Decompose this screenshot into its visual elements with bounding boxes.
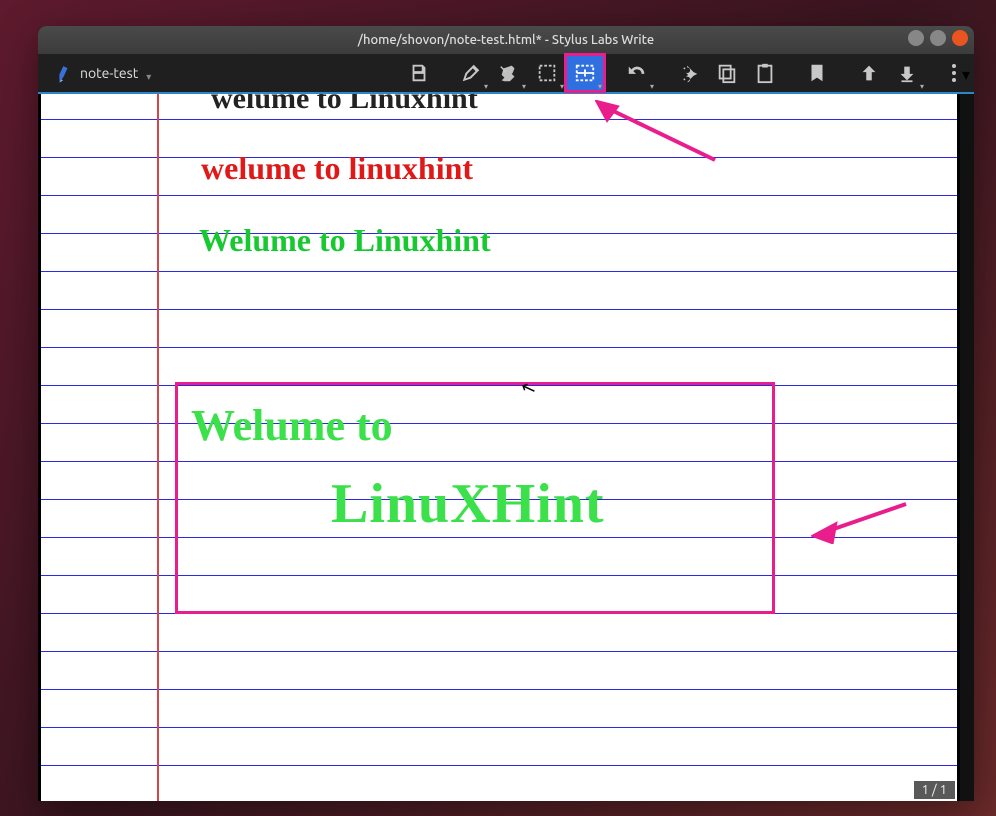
canvas-area: welume to Linuxhint welume to linuxhint … — [38, 94, 974, 801]
chevron-down-icon: ▾ — [650, 82, 654, 91]
chevron-down-icon: ▾ — [484, 82, 488, 91]
eraser-tool-button[interactable]: ▾ — [490, 55, 528, 91]
copy-button[interactable] — [708, 55, 746, 91]
overflow-menu-button[interactable]: ▾ — [940, 64, 968, 82]
handwriting-line-2: welume to linuxhint — [201, 150, 473, 187]
chevron-down-icon: ▾ — [920, 82, 924, 91]
chevron-down-icon: ▾ — [522, 82, 526, 91]
window-controls — [908, 30, 968, 46]
page-indicator: 1 / 1 — [914, 781, 955, 799]
bookmark-icon — [806, 62, 828, 84]
handwriting-line-3: Welume to Linuxhint — [199, 222, 491, 259]
save-icon — [408, 62, 430, 84]
chevron-down-icon: ▾ — [962, 65, 970, 84]
arrow-up-icon — [858, 62, 880, 84]
margin-line — [157, 94, 159, 801]
annotation-arrow-2 — [811, 494, 911, 544]
toolbar: note-test ▾ ▾ ▾ ▾ ▾ — [38, 54, 974, 94]
cut-button[interactable] — [670, 55, 708, 91]
annotation-arrow-1 — [595, 100, 725, 170]
pen-tool-button[interactable]: ▾ — [452, 55, 490, 91]
handwriting-line-1: welume to Linuxhint — [211, 94, 478, 116]
document-tab-label: note-test — [80, 65, 138, 81]
prev-page-button[interactable] — [850, 55, 888, 91]
chevron-down-icon: ▾ — [560, 82, 564, 91]
paste-icon — [754, 62, 776, 84]
close-button[interactable] — [952, 30, 968, 46]
document-tab[interactable]: note-test ▾ — [44, 59, 161, 87]
ruled-select-icon — [574, 62, 596, 84]
rect-select-button[interactable]: ▾ — [528, 55, 566, 91]
app-window: /home/shovon/note-test.html* - Stylus La… — [38, 26, 974, 801]
arrow-down-icon — [896, 62, 918, 84]
eraser-icon — [498, 62, 520, 84]
chevron-down-icon: ▾ — [146, 71, 151, 83]
save-button[interactable] — [400, 55, 438, 91]
handwriting-big-bottom: LinuXHint — [331, 472, 605, 536]
pen-icon — [51, 60, 77, 86]
undo-icon — [626, 62, 648, 84]
page[interactable]: welume to Linuxhint welume to linuxhint … — [41, 94, 957, 801]
paste-button[interactable] — [746, 55, 784, 91]
handwriting-big-top: Welume to — [191, 400, 393, 451]
window-title: /home/shovon/note-test.html* - Stylus La… — [358, 33, 654, 47]
minimize-button[interactable] — [908, 30, 924, 46]
undo-button[interactable]: ▾ — [618, 55, 656, 91]
vertical-scrollbar[interactable] — [960, 94, 974, 801]
bookmark-button[interactable] — [798, 55, 836, 91]
cut-icon — [678, 62, 700, 84]
chevron-down-icon: ▾ — [598, 82, 602, 91]
ruled-select-button[interactable]: ▾ — [566, 55, 604, 91]
maximize-button[interactable] — [930, 30, 946, 46]
copy-icon — [716, 62, 738, 84]
rect-select-icon — [536, 62, 558, 84]
titlebar: /home/shovon/note-test.html* - Stylus La… — [38, 26, 974, 54]
next-page-button[interactable]: ▾ — [888, 55, 926, 91]
pen-tool-icon — [460, 62, 482, 84]
